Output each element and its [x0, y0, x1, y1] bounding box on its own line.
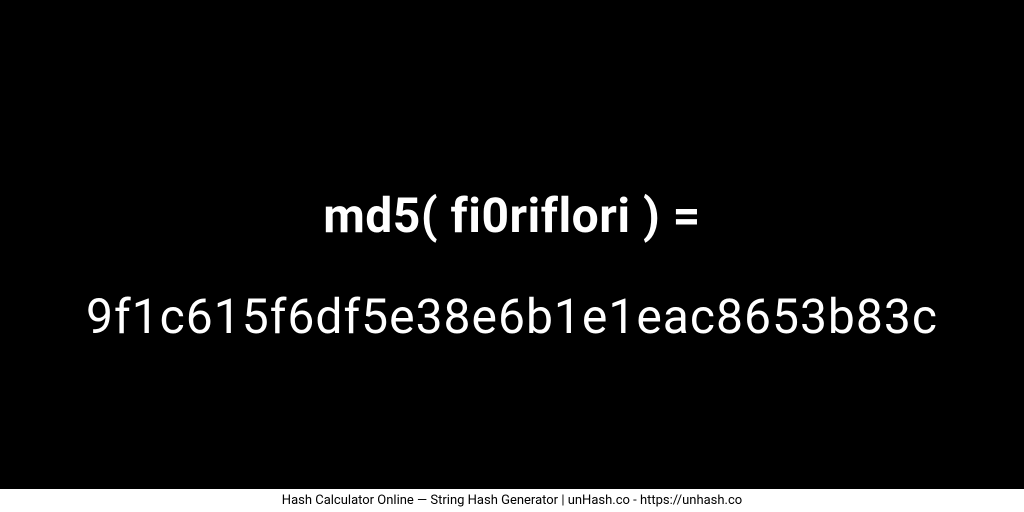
- hash-result: 9f1c615f6df5e38e6b1e1eac8653b83c: [86, 288, 938, 345]
- hash-display: md5( fi0riflori ) = 9f1c615f6df5e38e6b1e…: [86, 187, 938, 345]
- footer-attribution: Hash Calculator Online — String Hash Gen…: [0, 489, 1024, 512]
- hash-expression: md5( fi0riflori ) =: [323, 187, 701, 244]
